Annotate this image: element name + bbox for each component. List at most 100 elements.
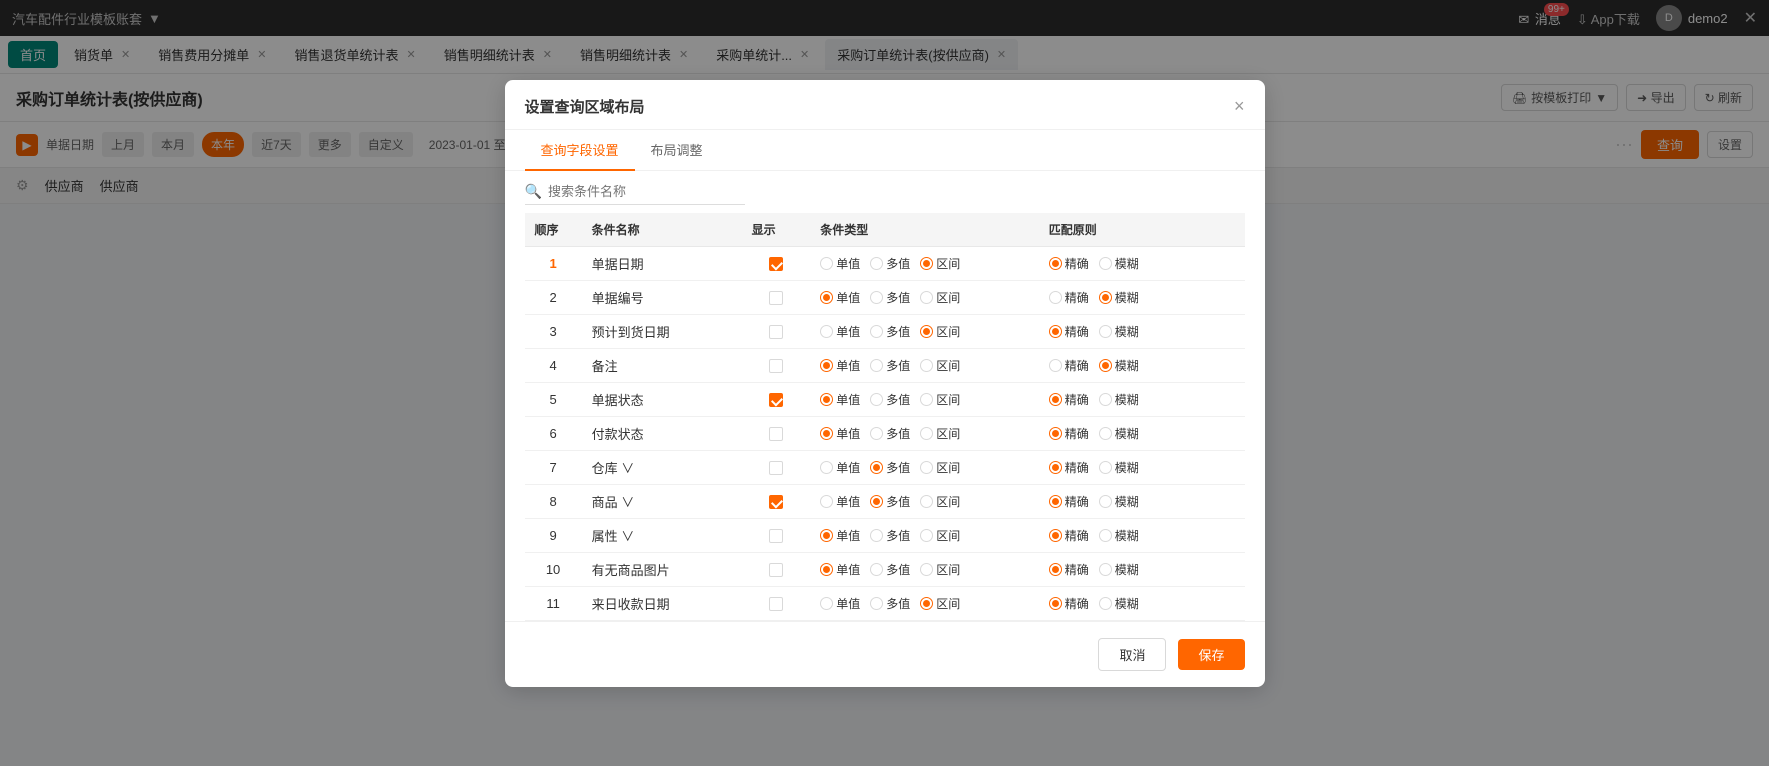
display-checkbox[interactable]: [769, 359, 783, 373]
row-display[interactable]: [742, 518, 811, 552]
match-exact-radio[interactable]: 精确: [1049, 255, 1089, 272]
row-display[interactable]: [742, 280, 811, 314]
match-exact-radio[interactable]: 精确: [1049, 527, 1089, 544]
type-single-radio[interactable]: 单值: [820, 255, 860, 272]
type-single-radio[interactable]: 单值: [820, 527, 860, 544]
row-type: 单值多值区间: [810, 518, 1039, 552]
type-single-radio[interactable]: 单值: [820, 289, 860, 306]
modal-close-button[interactable]: ×: [1234, 97, 1245, 115]
tab-layout-adjust[interactable]: 布局调整: [635, 130, 719, 171]
match-fuzzy-radio[interactable]: 模糊: [1099, 425, 1139, 442]
type-range-dot: [920, 359, 933, 372]
row-display[interactable]: [742, 314, 811, 348]
row-type: 单值多值区间: [810, 552, 1039, 586]
row-display[interactable]: [742, 586, 811, 620]
type-single-radio[interactable]: 单值: [820, 391, 860, 408]
type-range-radio[interactable]: 区间: [920, 493, 960, 510]
row-name: 仓库 ∨: [582, 450, 742, 484]
row-display[interactable]: [742, 348, 811, 382]
type-range-radio[interactable]: 区间: [920, 255, 960, 272]
type-single-radio[interactable]: 单值: [820, 459, 860, 476]
cancel-button[interactable]: 取消: [1098, 638, 1166, 671]
type-single-radio[interactable]: 单值: [820, 323, 860, 340]
match-exact-radio[interactable]: 精确: [1049, 391, 1089, 408]
match-exact-radio[interactable]: 精确: [1049, 357, 1089, 374]
display-checkbox[interactable]: [769, 427, 783, 441]
type-range-dot: [920, 495, 933, 508]
match-fuzzy-radio[interactable]: 模糊: [1099, 289, 1139, 306]
type-range-radio[interactable]: 区间: [920, 459, 960, 476]
type-multi-radio[interactable]: 多值: [870, 527, 910, 544]
type-multi-radio[interactable]: 多值: [870, 561, 910, 578]
tab-query-fields[interactable]: 查询字段设置: [525, 130, 635, 171]
type-single-dot: [820, 291, 833, 304]
row-display[interactable]: [742, 416, 811, 450]
type-range-radio[interactable]: 区间: [920, 391, 960, 408]
type-multi-radio[interactable]: 多值: [870, 459, 910, 476]
row-name: 备注: [582, 348, 742, 382]
row-display[interactable]: [742, 450, 811, 484]
match-fuzzy-radio[interactable]: 模糊: [1099, 493, 1139, 510]
type-single-radio[interactable]: 单值: [820, 493, 860, 510]
row-name: 商品 ∨: [582, 484, 742, 518]
row-match: 精确模糊: [1039, 450, 1245, 484]
type-single-radio[interactable]: 单值: [820, 561, 860, 578]
type-multi-radio[interactable]: 多值: [870, 425, 910, 442]
row-display[interactable]: [742, 246, 811, 280]
search-input[interactable]: [548, 184, 728, 199]
match-fuzzy-radio[interactable]: 模糊: [1099, 595, 1139, 612]
type-single-dot: [820, 325, 833, 338]
type-single-radio[interactable]: 单值: [820, 357, 860, 374]
type-single-radio[interactable]: 单值: [820, 595, 860, 612]
type-multi-radio[interactable]: 多值: [870, 255, 910, 272]
display-checkbox[interactable]: [769, 461, 783, 475]
type-single-radio[interactable]: 单值: [820, 425, 860, 442]
save-button[interactable]: 保存: [1178, 639, 1244, 670]
display-checkbox[interactable]: [769, 291, 783, 305]
match-fuzzy-radio[interactable]: 模糊: [1099, 561, 1139, 578]
row-display[interactable]: [742, 484, 811, 518]
match-exact-dot: [1049, 359, 1062, 372]
type-multi-radio[interactable]: 多值: [870, 391, 910, 408]
type-range-radio[interactable]: 区间: [920, 323, 960, 340]
match-fuzzy-radio[interactable]: 模糊: [1099, 357, 1139, 374]
row-order: 7: [525, 450, 582, 484]
row-display[interactable]: [742, 382, 811, 416]
match-fuzzy-radio[interactable]: 模糊: [1099, 527, 1139, 544]
display-checkbox[interactable]: [769, 257, 783, 271]
type-range-radio[interactable]: 区间: [920, 357, 960, 374]
match-exact-radio[interactable]: 精确: [1049, 323, 1089, 340]
match-fuzzy-radio[interactable]: 模糊: [1099, 323, 1139, 340]
type-range-radio[interactable]: 区间: [920, 527, 960, 544]
type-multi-radio[interactable]: 多值: [870, 357, 910, 374]
type-range-radio[interactable]: 区间: [920, 595, 960, 612]
match-exact-radio[interactable]: 精确: [1049, 289, 1089, 306]
type-multi-radio[interactable]: 多值: [870, 493, 910, 510]
display-checkbox[interactable]: [769, 393, 783, 407]
type-multi-radio[interactable]: 多值: [870, 323, 910, 340]
match-fuzzy-radio[interactable]: 模糊: [1099, 391, 1139, 408]
row-display[interactable]: [742, 552, 811, 586]
match-exact-radio[interactable]: 精确: [1049, 425, 1089, 442]
match-exact-radio[interactable]: 精确: [1049, 561, 1089, 578]
display-checkbox[interactable]: [769, 495, 783, 509]
type-range-radio[interactable]: 区间: [920, 425, 960, 442]
type-range-radio[interactable]: 区间: [920, 561, 960, 578]
match-exact-radio[interactable]: 精确: [1049, 459, 1089, 476]
type-multi-dot: [870, 427, 883, 440]
type-multi-radio[interactable]: 多值: [870, 289, 910, 306]
match-fuzzy-radio[interactable]: 模糊: [1099, 255, 1139, 272]
row-order: 10: [525, 552, 582, 586]
th-match: 匹配原则: [1039, 213, 1245, 247]
display-checkbox[interactable]: [769, 529, 783, 543]
match-fuzzy-radio[interactable]: 模糊: [1099, 459, 1139, 476]
match-exact-radio[interactable]: 精确: [1049, 493, 1089, 510]
type-single-dot: [820, 359, 833, 372]
type-single-dot: [820, 563, 833, 576]
display-checkbox[interactable]: [769, 325, 783, 339]
type-multi-radio[interactable]: 多值: [870, 595, 910, 612]
display-checkbox[interactable]: [769, 597, 783, 611]
type-range-radio[interactable]: 区间: [920, 289, 960, 306]
display-checkbox[interactable]: [769, 563, 783, 577]
match-exact-radio[interactable]: 精确: [1049, 595, 1089, 612]
